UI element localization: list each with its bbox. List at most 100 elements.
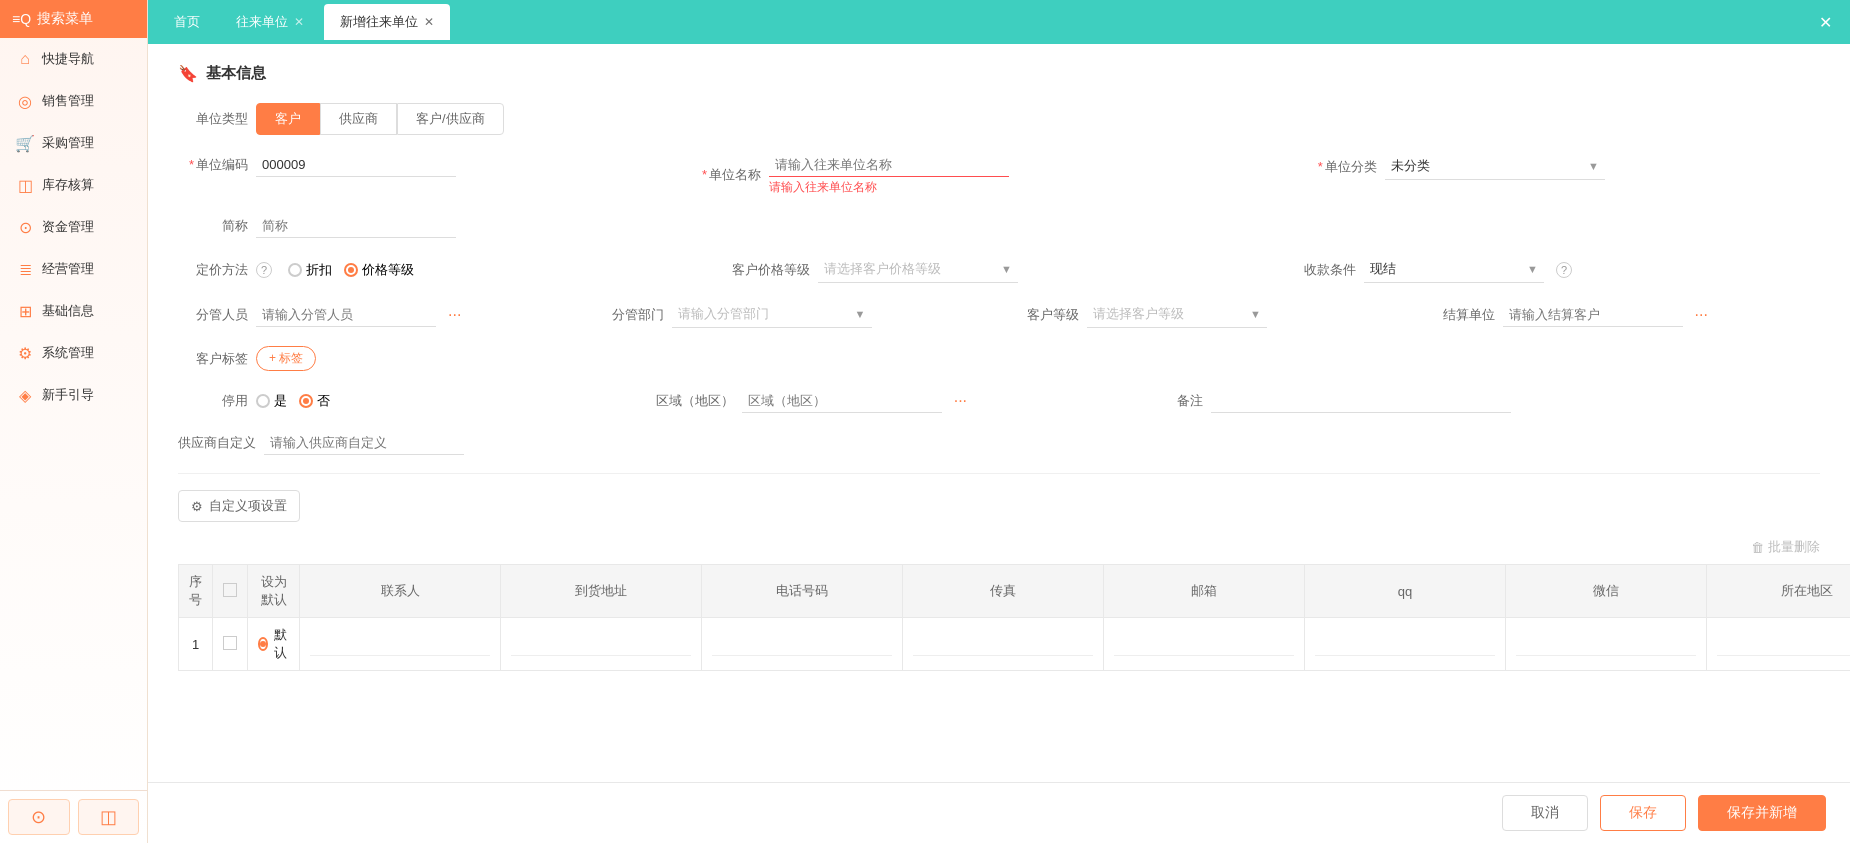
batch-delete-btn[interactable]: 🗑 批量删除 [1751, 538, 1820, 556]
sidebar-item-system[interactable]: ⚙ 系统管理 [0, 332, 147, 374]
abbreviation-input[interactable] [256, 214, 456, 238]
department-placeholder: 请输入分管部门 [678, 305, 769, 323]
payment-terms-select[interactable]: 现结 ▼ [1364, 256, 1544, 283]
unit-type-both-btn[interactable]: 客户/供应商 [397, 103, 504, 135]
pricing-grade-label: 价格等级 [362, 261, 414, 279]
row-fax[interactable] [903, 618, 1104, 671]
disabled-yes-radio[interactable]: 是 [256, 392, 287, 410]
row-contact[interactable] [300, 618, 501, 671]
row-phone[interactable] [702, 618, 903, 671]
sidebar-item-inventory[interactable]: ◫ 库存核算 [0, 164, 147, 206]
sidebar-item-label: 采购管理 [42, 134, 94, 152]
region-input[interactable] [742, 389, 942, 413]
unit-category-select[interactable]: 未分类 ▼ [1385, 153, 1605, 180]
disabled-label: 停用 [178, 392, 248, 410]
row-email[interactable] [1104, 618, 1305, 671]
row-area[interactable] [1707, 618, 1851, 671]
remarks-label: 备注 [1133, 392, 1203, 410]
row-qq-input[interactable] [1315, 632, 1495, 656]
sidebar-item-operations[interactable]: ≣ 经营管理 [0, 248, 147, 290]
sidebar-settings-btn[interactable]: ◫ [78, 799, 140, 835]
operations-icon: ≣ [16, 260, 34, 278]
payment-help-icon[interactable]: ? [1556, 262, 1572, 278]
table-header-checkbox[interactable] [223, 583, 237, 597]
disabled-yes-circle [256, 394, 270, 408]
customer-price-arrow: ▼ [1001, 263, 1012, 275]
manager-input[interactable] [256, 303, 436, 327]
customer-tag-field: 客户标签 + 标签 [178, 346, 1820, 371]
close-all-tabs-btn[interactable]: ✕ [1811, 9, 1840, 36]
unit-name-input[interactable] [769, 153, 1009, 177]
manager-field: 分管人员 ··· [178, 303, 574, 327]
custom-settings-btn[interactable]: ⚙ 自定义项设置 [178, 490, 300, 522]
main-content: 🔖 基本信息 单位类型 客户 供应商 客户/供应商 *单位编码 [148, 44, 1850, 782]
tab-new-partner[interactable]: 新增往来单位 ✕ [324, 4, 450, 40]
pricing-grade-radio[interactable]: 价格等级 [344, 261, 414, 279]
manager-label: 分管人员 [178, 306, 248, 324]
system-icon: ⚙ [16, 344, 34, 362]
disabled-row: 停用 是 否 区域（地区） ··· [178, 389, 1820, 413]
sidebar-item-guide[interactable]: ◈ 新手引导 [0, 374, 147, 416]
manager-more-btn[interactable]: ··· [444, 306, 465, 324]
required-star: * [189, 157, 194, 172]
unit-type-customer-btn[interactable]: 客户 [256, 103, 320, 135]
row-address-input[interactable] [511, 632, 691, 656]
sidebar-item-basic-info[interactable]: ⊞ 基础信息 [0, 290, 147, 332]
sidebar-item-label: 系统管理 [42, 344, 94, 362]
pricing-help-icon[interactable]: ? [256, 262, 272, 278]
customer-level-select[interactable]: 请选择客户等级 ▼ [1087, 301, 1267, 328]
sidebar-collapse-btn[interactable]: ⊙ [8, 799, 70, 835]
batch-delete-icon: 🗑 [1751, 540, 1764, 555]
add-tag-btn[interactable]: + 标签 [256, 346, 316, 371]
disabled-field: 停用 是 否 [178, 392, 636, 410]
disabled-no-radio[interactable]: 否 [299, 392, 330, 410]
row-wechat[interactable] [1506, 618, 1707, 671]
table-row: 1 默认 [179, 618, 1851, 671]
row-email-input[interactable] [1114, 632, 1294, 656]
pricing-discount-radio[interactable]: 折扣 [288, 261, 332, 279]
row-qq[interactable] [1305, 618, 1506, 671]
supplier-custom-field: 供应商自定义 [178, 431, 1820, 455]
disabled-yes-label: 是 [274, 392, 287, 410]
sidebar-item-quick-nav[interactable]: ⌂ 快捷导航 [0, 38, 147, 80]
sidebar-item-label: 快捷导航 [42, 50, 94, 68]
row-phone-input[interactable] [712, 632, 892, 656]
sidebar-item-label: 库存核算 [42, 176, 94, 194]
table-header-row: 序号 设为默认 联系人 到货地址 电话号码 传真 邮箱 qq 微信 所在地区 [179, 565, 1851, 618]
region-more-btn[interactable]: ··· [950, 392, 971, 410]
unit-category-label: *单位分类 [1307, 158, 1377, 176]
sidebar-item-finance[interactable]: ⊙ 资金管理 [0, 206, 147, 248]
row-address[interactable] [501, 618, 702, 671]
sidebar-item-label: 经营管理 [42, 260, 94, 278]
tab-partners[interactable]: 往来单位 ✕ [220, 4, 320, 40]
unit-code-input[interactable] [256, 153, 456, 177]
row-wechat-input[interactable] [1516, 632, 1696, 656]
row-contact-input[interactable] [310, 632, 490, 656]
department-select[interactable]: 请输入分管部门 ▼ [672, 301, 872, 328]
row-checkbox[interactable] [223, 636, 237, 650]
col-address: 到货地址 [501, 565, 702, 618]
cancel-button[interactable]: 取消 [1502, 795, 1588, 831]
row-fax-input[interactable] [913, 632, 1093, 656]
tab-new-partner-close[interactable]: ✕ [424, 15, 434, 29]
pricing-grade-radio-circle [344, 263, 358, 277]
sidebar-item-purchase[interactable]: 🛒 采购管理 [0, 122, 147, 164]
sidebar-item-sales[interactable]: ◎ 销售管理 [0, 80, 147, 122]
row-default-radio[interactable]: 默认 [258, 626, 289, 662]
settlement-input[interactable] [1503, 303, 1683, 327]
tab-partners-close[interactable]: ✕ [294, 15, 304, 29]
customer-price-select[interactable]: 请选择客户价格等级 ▼ [818, 256, 1018, 283]
purchase-icon: 🛒 [16, 134, 34, 152]
save-new-button[interactable]: 保存并新增 [1698, 795, 1826, 831]
col-area: 所在地区 [1707, 565, 1851, 618]
tab-home[interactable]: 首页 [158, 4, 216, 40]
supplier-custom-input[interactable] [264, 431, 464, 455]
customer-level-arrow: ▼ [1250, 308, 1261, 320]
save-button[interactable]: 保存 [1600, 795, 1686, 831]
finance-icon: ⊙ [16, 218, 34, 236]
unit-type-supplier-btn[interactable]: 供应商 [320, 103, 397, 135]
remarks-input[interactable] [1211, 389, 1511, 413]
row-area-input[interactable] [1717, 632, 1850, 656]
search-menu-btn[interactable]: ≡Q 搜索菜单 [0, 0, 147, 38]
settlement-more-btn[interactable]: ··· [1691, 306, 1712, 324]
